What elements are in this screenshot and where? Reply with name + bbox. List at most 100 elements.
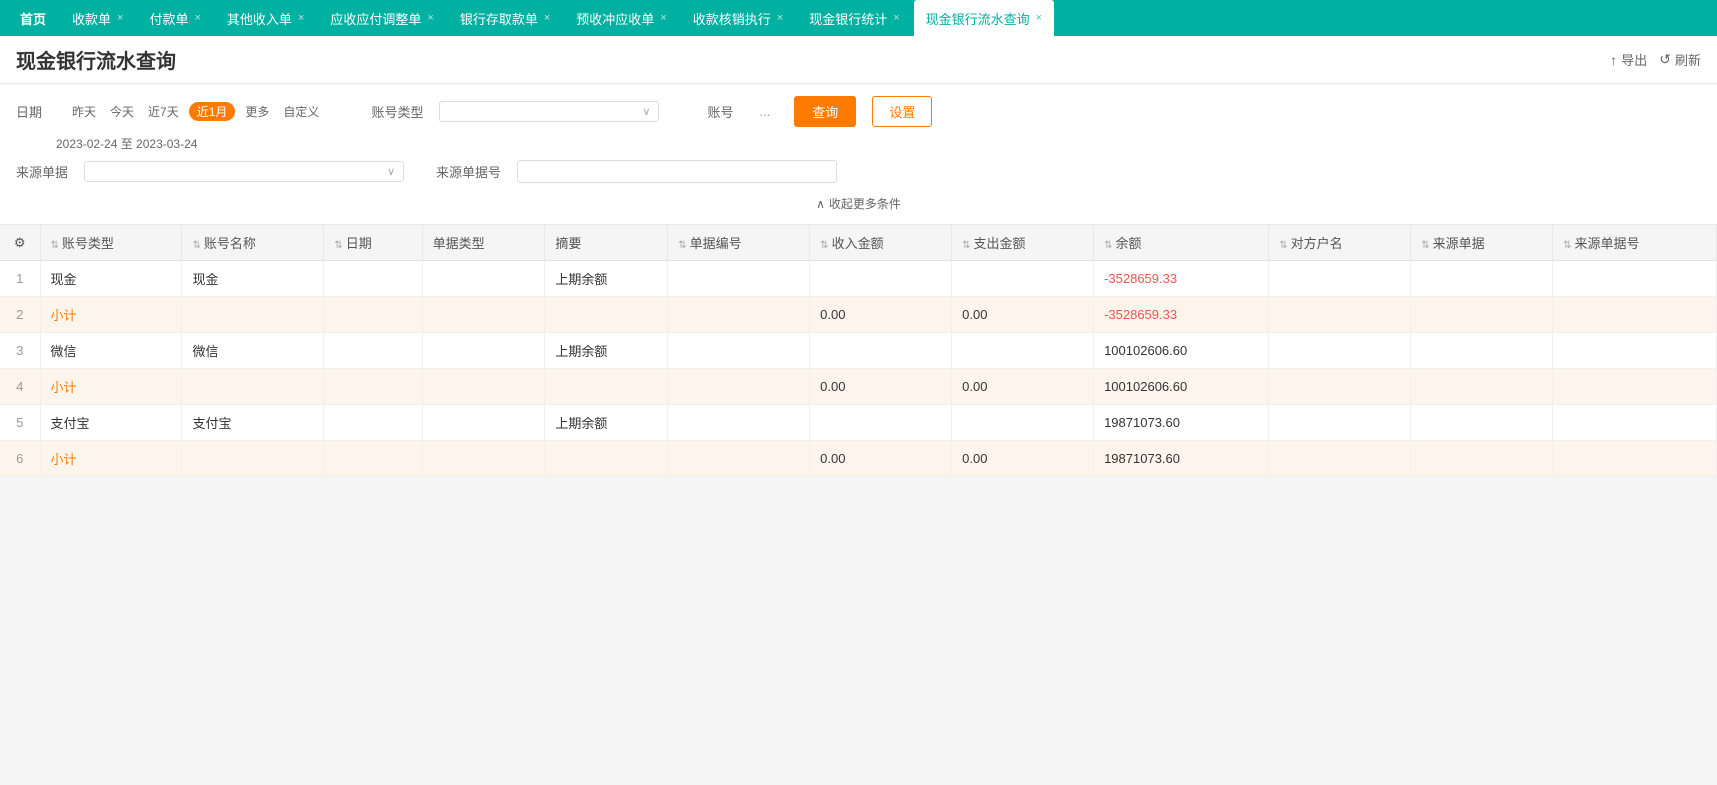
- table-cell: [810, 405, 952, 441]
- table-cell: [1269, 441, 1411, 477]
- main-table: ⚙⇅账号类型⇅账号名称⇅日期单据类型摘要⇅单据编号⇅收入金额⇅支出金额⇅余额⇅对…: [0, 225, 1717, 477]
- nav-tab-other-income[interactable]: 其他收入单×: [215, 0, 316, 36]
- close-icon[interactable]: ×: [298, 12, 304, 24]
- close-icon[interactable]: ×: [194, 12, 200, 24]
- nav-tab-prepaid[interactable]: 预收冲应收单×: [564, 0, 678, 36]
- source-doc-no-input[interactable]: [517, 160, 837, 183]
- table-cell: 支付宝: [40, 405, 182, 441]
- close-icon[interactable]: ×: [893, 12, 899, 24]
- sort-icon: ⇅: [962, 240, 970, 251]
- sort-icon: ⇅: [1563, 240, 1571, 251]
- col-header-account-name[interactable]: ⇅账号名称: [182, 225, 324, 261]
- table-cell: 0.00: [810, 297, 952, 333]
- table-cell: [1553, 297, 1717, 333]
- account-dots-button[interactable]: ...: [759, 104, 770, 119]
- table-cell: [952, 261, 1094, 297]
- table-cell: 19871073.60: [1094, 405, 1269, 441]
- source-doc-select[interactable]: ∨: [84, 161, 404, 182]
- table-cell: [668, 405, 810, 441]
- table-cell: [324, 261, 422, 297]
- table-cell: -3528659.33: [1094, 297, 1269, 333]
- nav-tab-collection-exec[interactable]: 收款核销执行×: [681, 0, 795, 36]
- table-cell: 现金: [182, 261, 324, 297]
- col-header-expense[interactable]: ⇅支出金额: [952, 225, 1094, 261]
- sort-icon: ⇅: [192, 240, 200, 251]
- date-option-yesterday[interactable]: 昨天: [68, 102, 100, 121]
- nav-tab-bank-stats[interactable]: 现金银行统计×: [797, 0, 911, 36]
- nav-tab-payment[interactable]: 付款单×: [137, 0, 212, 36]
- table-cell: 小计: [40, 369, 182, 405]
- col-header-counterparty[interactable]: ⇅对方户名: [1269, 225, 1411, 261]
- table-cell: [182, 369, 324, 405]
- date-label: 日期: [16, 102, 52, 121]
- table-cell: [545, 369, 668, 405]
- col-header-account-type[interactable]: ⇅账号类型: [40, 225, 182, 261]
- table-cell: [324, 369, 422, 405]
- date-option-today[interactable]: 今天: [106, 102, 138, 121]
- col-header-doc-no[interactable]: ⇅单据编号: [668, 225, 810, 261]
- settings-button[interactable]: 设置: [872, 96, 932, 127]
- table-cell: 0.00: [810, 369, 952, 405]
- filter-area: 日期 昨天今天近7天近1月更多自定义 账号类型 ∨ 账号 ... 查询 设置 2…: [0, 84, 1717, 225]
- sort-icon: ⇅: [1421, 240, 1429, 251]
- query-button[interactable]: 查询: [794, 96, 856, 127]
- table-cell: [1269, 297, 1411, 333]
- table-cell: [422, 405, 545, 441]
- close-icon[interactable]: ×: [427, 12, 433, 24]
- table-cell: 1: [0, 261, 40, 297]
- table-cell: [668, 297, 810, 333]
- nav-tab-bank-flow[interactable]: 现金银行流水查询×: [914, 0, 1054, 36]
- table-container: ⚙⇅账号类型⇅账号名称⇅日期单据类型摘要⇅单据编号⇅收入金额⇅支出金额⇅余额⇅对…: [0, 225, 1717, 477]
- export-button[interactable]: ↑ 导出: [1610, 50, 1647, 69]
- col-header-source-doc-no[interactable]: ⇅来源单据号: [1553, 225, 1717, 261]
- table-cell: [668, 441, 810, 477]
- table-cell: 上期余额: [545, 405, 668, 441]
- table-cell: 现金: [40, 261, 182, 297]
- table-cell: [324, 405, 422, 441]
- col-header-balance[interactable]: ⇅余额: [1094, 225, 1269, 261]
- table-cell: -3528659.33: [1094, 261, 1269, 297]
- col-header-income[interactable]: ⇅收入金额: [810, 225, 952, 261]
- table-cell: [182, 297, 324, 333]
- nav-tab-ar-adjustment[interactable]: 应收应付调整单×: [318, 0, 445, 36]
- table-cell: [1411, 297, 1553, 333]
- table-cell: [422, 261, 545, 297]
- collapse-bar[interactable]: ∧ 收起更多条件: [16, 191, 1701, 212]
- filter-row-1: 日期 昨天今天近7天近1月更多自定义 账号类型 ∨ 账号 ... 查询 设置: [16, 96, 1701, 127]
- date-option-more[interactable]: 更多: [241, 102, 273, 121]
- table-cell: [324, 333, 422, 369]
- sort-icon: ⇅: [1279, 240, 1287, 251]
- account-type-select[interactable]: ∨: [439, 101, 659, 122]
- table-cell: [1411, 441, 1553, 477]
- table-cell: 支付宝: [182, 405, 324, 441]
- refresh-icon: ↺: [1659, 51, 1671, 68]
- refresh-button[interactable]: ↺ 刷新: [1659, 50, 1701, 69]
- close-icon[interactable]: ×: [117, 12, 123, 24]
- close-icon[interactable]: ×: [777, 12, 783, 24]
- close-icon[interactable]: ×: [544, 12, 550, 24]
- nav-tab-bank-deposit[interactable]: 银行存取款单×: [448, 0, 562, 36]
- nav-tab-receipt[interactable]: 收款单×: [60, 0, 135, 36]
- col-header-date[interactable]: ⇅日期: [324, 225, 422, 261]
- table-cell: [668, 333, 810, 369]
- account-label: 账号: [707, 102, 743, 121]
- date-option-last1month[interactable]: 近1月: [189, 102, 236, 121]
- close-icon[interactable]: ×: [660, 12, 666, 24]
- table-cell: 微信: [182, 333, 324, 369]
- gear-icon[interactable]: ⚙: [14, 235, 26, 250]
- account-type-label: 账号类型: [371, 102, 423, 121]
- date-option-last7days[interactable]: 近7天: [144, 102, 183, 121]
- col-header-source-doc[interactable]: ⇅来源单据: [1411, 225, 1553, 261]
- collapse-label: 收起更多条件: [829, 195, 901, 212]
- date-option-custom[interactable]: 自定义: [279, 102, 323, 121]
- table-cell: 0.00: [810, 441, 952, 477]
- nav-tab-home[interactable]: 首页: [8, 0, 58, 36]
- sort-icon: ⇅: [678, 240, 686, 251]
- table-cell: 0.00: [952, 441, 1094, 477]
- close-icon[interactable]: ×: [1036, 12, 1042, 24]
- table-cell: [182, 441, 324, 477]
- table-cell: [1269, 369, 1411, 405]
- table-row: 6小计0.000.0019871073.60: [0, 441, 1717, 477]
- table-cell: [1553, 441, 1717, 477]
- page-title: 现金银行流水查询: [16, 45, 176, 74]
